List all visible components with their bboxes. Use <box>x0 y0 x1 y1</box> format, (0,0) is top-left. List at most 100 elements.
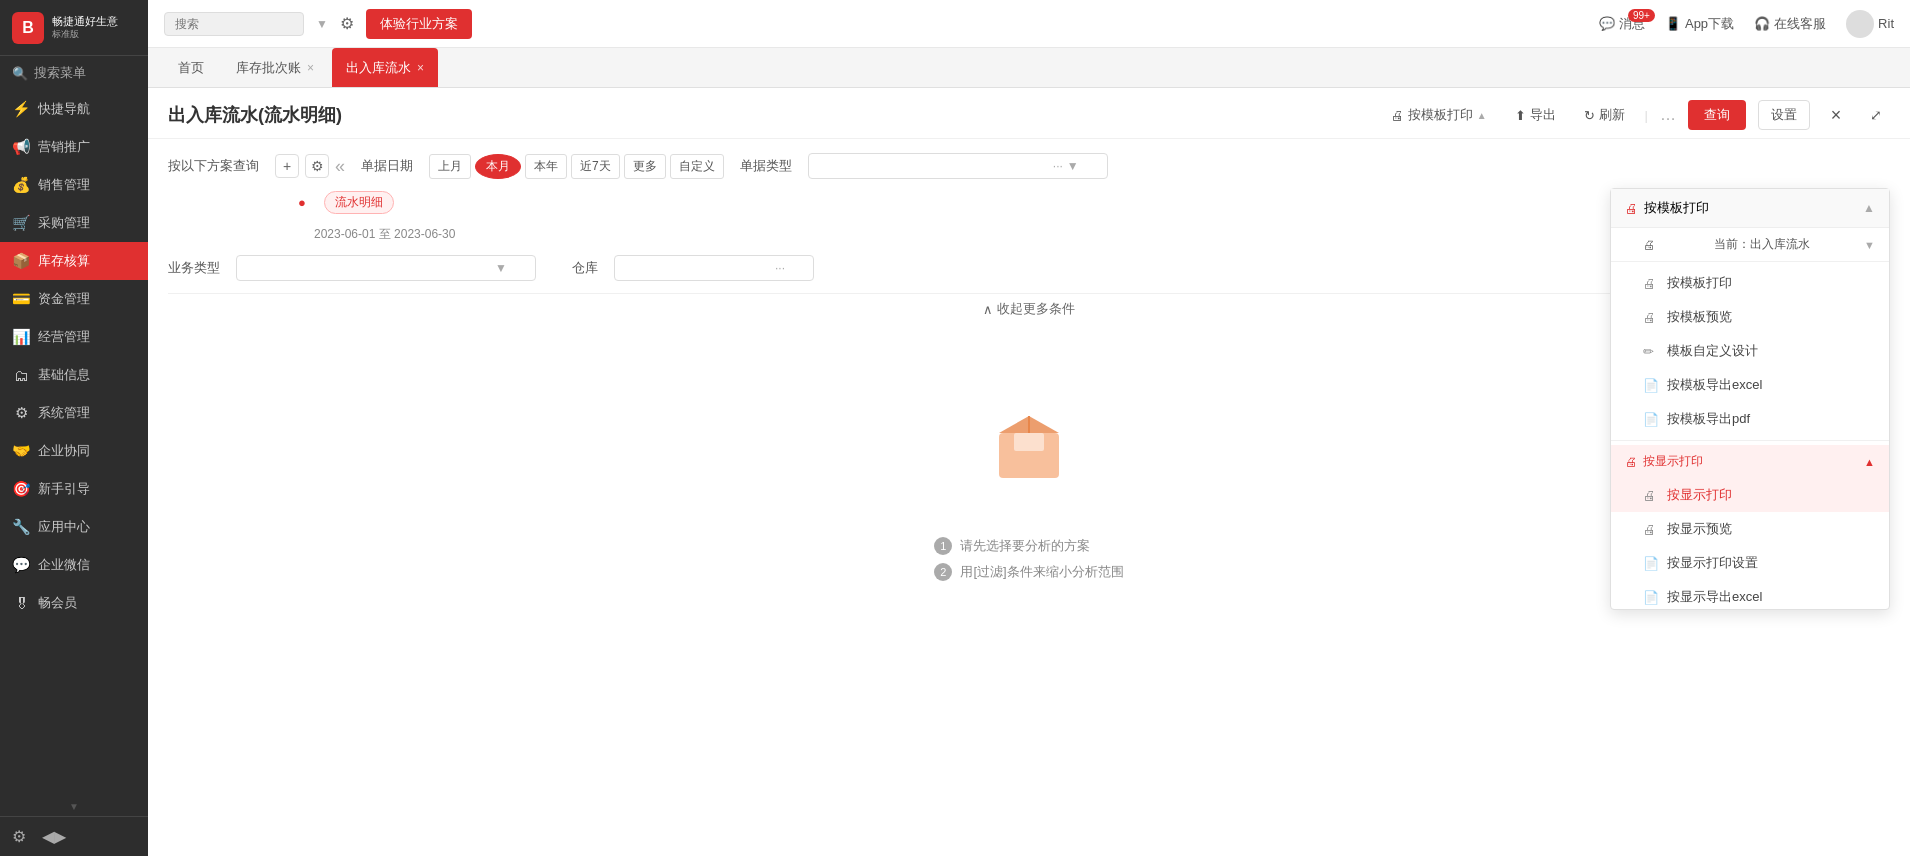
page-actions: 🖨 按模板打印 ▲ ⬆ 导出 ↻ 刷新 | … 查询 设置 × ⤢ <box>1383 100 1890 130</box>
empty-tips: 1 请先选择要分析的方案 2 用[过滤]条件来缩小分析范围 <box>934 533 1123 585</box>
sidebar-item-system[interactable]: ⚙ 系统管理 <box>0 394 148 432</box>
sidebar-item-wechat[interactable]: 💬 企业微信 <box>0 546 148 584</box>
sidebar-item-label: 应用中心 <box>38 518 90 536</box>
filter-settings-button[interactable]: ⚙ <box>305 154 329 178</box>
collab-icon: 🤝 <box>12 442 30 460</box>
quick-nav-icon: ⚡ <box>12 100 30 118</box>
sidebar-item-marketing[interactable]: 📢 营销推广 <box>0 128 148 166</box>
user-avatar[interactable]: Rit <box>1846 10 1894 38</box>
display-preview-item[interactable]: 🖨 按显示预览 <box>1611 512 1889 546</box>
more-date-btn[interactable]: 更多 <box>624 154 666 179</box>
logo-icon: B <box>12 12 44 44</box>
settings-button[interactable]: 设置 <box>1758 100 1810 130</box>
page-header: 出入库流水(流水明细) 🖨 按模板打印 ▲ ⬆ 导出 ↻ 刷新 | … 查 <box>148 88 1910 139</box>
template-export-excel-item[interactable]: 📄 按模板导出excel <box>1611 368 1889 402</box>
warehouse-more-icon[interactable]: ··· <box>775 261 785 275</box>
main-content: ▼ ⚙ 体验行业方案 💬 消息 99+ 📱 App下载 🎧 在线客服 Rit <box>148 0 1910 856</box>
display-export-excel-icon: 📄 <box>1643 590 1659 605</box>
tab-inout-flow-close[interactable]: × <box>417 61 424 75</box>
logo-text: 畅捷通好生意 <box>52 14 118 28</box>
expand-panel-button[interactable]: ⤢ <box>1862 101 1890 129</box>
svg-rect-2 <box>1014 433 1044 451</box>
empty-tip-2: 2 用[过滤]条件来缩小分析范围 <box>934 559 1123 585</box>
template-export-pdf-label: 按模板导出pdf <box>1667 410 1750 428</box>
dropdown-header-collapse[interactable]: ▲ <box>1863 201 1875 215</box>
messages-btn[interactable]: 💬 消息 99+ <box>1599 15 1645 33</box>
template-print-icon: 🖨 <box>1643 276 1659 291</box>
wechat-icon: 💬 <box>12 556 30 574</box>
display-export-excel-label: 按显示导出excel <box>1667 588 1762 606</box>
apps-icon: 🔧 <box>12 518 30 536</box>
print-template-button[interactable]: 🖨 按模板打印 ▲ <box>1383 102 1495 128</box>
messages-badge: 99+ <box>1628 9 1655 22</box>
tab-batch-account-close[interactable]: × <box>307 61 314 75</box>
custom-date-btn[interactable]: 自定义 <box>670 154 724 179</box>
footer-settings-icon[interactable]: ⚙ <box>12 827 26 846</box>
topbar-gear-icon[interactable]: ⚙ <box>340 14 354 33</box>
export-button[interactable]: ⬆ 导出 <box>1507 102 1564 128</box>
system-icon: ⚙ <box>12 404 30 422</box>
filter-collapse-arrow[interactable]: « <box>335 156 345 177</box>
tip-text-2: 用[过滤]条件来缩小分析范围 <box>960 559 1123 585</box>
last-7days-btn[interactable]: 近7天 <box>571 154 620 179</box>
doc-type-more-icon[interactable]: ··· <box>1053 159 1063 173</box>
display-print-arrow: ▲ <box>1864 456 1875 468</box>
sidebar-item-operations[interactable]: 📊 经营管理 <box>0 318 148 356</box>
current-year-btn[interactable]: 本年 <box>525 154 567 179</box>
refresh-button[interactable]: ↻ 刷新 <box>1576 102 1633 128</box>
dropdown-header: 🖨 按模板打印 ▲ <box>1611 189 1889 228</box>
last-month-btn[interactable]: 上月 <box>429 154 471 179</box>
display-export-excel-item[interactable]: 📄 按显示导出excel <box>1611 580 1889 609</box>
app-download-label: App下载 <box>1685 15 1734 33</box>
date-label: 单据日期 <box>361 157 413 175</box>
tab-inout-flow[interactable]: 出入库流水 × <box>332 48 438 87</box>
template-print-item[interactable]: 🖨 按模板打印 <box>1611 266 1889 300</box>
display-print-settings-item[interactable]: 📄 按显示打印设置 <box>1611 546 1889 580</box>
collapse-more-btn[interactable]: ∧ 收起更多条件 <box>983 294 1075 324</box>
warehouse-select[interactable]: ··· <box>614 255 814 281</box>
filter-add-button[interactable]: + <box>275 154 299 178</box>
tab-batch-account[interactable]: 库存批次账 × <box>222 48 328 87</box>
doc-type-select[interactable]: ··· ▼ <box>808 153 1108 179</box>
sidebar-item-basic[interactable]: 🗂 基础信息 <box>0 356 148 394</box>
sidebar-item-finance[interactable]: 💳 资金管理 <box>0 280 148 318</box>
tip-text-1: 请先选择要分析的方案 <box>960 533 1090 559</box>
trial-button[interactable]: 体验行业方案 <box>366 9 472 39</box>
sidebar-item-label: 快捷导航 <box>38 100 90 118</box>
query-button[interactable]: 查询 <box>1688 100 1746 130</box>
sidebar-item-quick-nav[interactable]: ⚡ 快捷导航 <box>0 90 148 128</box>
sidebar-item-collab[interactable]: 🤝 企业协同 <box>0 432 148 470</box>
sidebar-logo: B 畅捷通好生意 标准版 <box>0 0 148 56</box>
template-custom-label: 模板自定义设计 <box>1667 342 1758 360</box>
sidebar-item-apps[interactable]: 🔧 应用中心 <box>0 508 148 546</box>
tab-home[interactable]: 首页 <box>164 48 218 87</box>
template-export-pdf-item[interactable]: 📄 按模板导出pdf <box>1611 402 1889 436</box>
online-service-btn[interactable]: 🎧 在线客服 <box>1754 15 1826 33</box>
display-preview-label: 按显示预览 <box>1667 520 1732 538</box>
sidebar-item-sales[interactable]: 💰 销售管理 <box>0 166 148 204</box>
sidebar-item-guide[interactable]: 🎯 新手引导 <box>0 470 148 508</box>
guide-icon: 🎯 <box>12 480 30 498</box>
template-preview-item[interactable]: 🖨 按模板预览 <box>1611 300 1889 334</box>
chevron-up-icon: ∧ <box>983 302 993 317</box>
biz-type-select[interactable]: ▼ <box>236 255 536 281</box>
refresh-icon: ↻ <box>1584 108 1595 123</box>
tip-num-2: 2 <box>934 563 952 581</box>
current-month-btn[interactable]: 本月 <box>475 154 521 179</box>
template-custom-item[interactable]: ✏ 模板自定义设计 <box>1611 334 1889 368</box>
sidebar-search[interactable]: 🔍 搜索菜单 <box>0 56 148 90</box>
display-print-item[interactable]: 🖨 按显示打印 <box>1611 478 1889 512</box>
footer-collapse-icon[interactable]: ◀▶ <box>42 827 66 846</box>
close-panel-button[interactable]: × <box>1822 101 1850 129</box>
topbar-dropdown-icon[interactable]: ▼ <box>316 17 328 31</box>
sidebar-item-inventory[interactable]: 📦 库存核算 <box>0 242 148 280</box>
topbar-right: 💬 消息 99+ 📱 App下载 🎧 在线客服 Rit <box>1599 10 1894 38</box>
logo-badge: 标准版 <box>52 28 118 41</box>
app-download-btn[interactable]: 📱 App下载 <box>1665 15 1734 33</box>
more-actions-icon[interactable]: … <box>1660 106 1676 124</box>
sidebar-item-purchase[interactable]: 🛒 采购管理 <box>0 204 148 242</box>
page-title: 出入库流水(流水明细) <box>168 103 342 127</box>
sidebar-item-members[interactable]: 🎖 畅会员 <box>0 584 148 622</box>
topbar-search-input[interactable] <box>164 12 304 36</box>
warehouse-label: 仓库 <box>572 259 598 277</box>
